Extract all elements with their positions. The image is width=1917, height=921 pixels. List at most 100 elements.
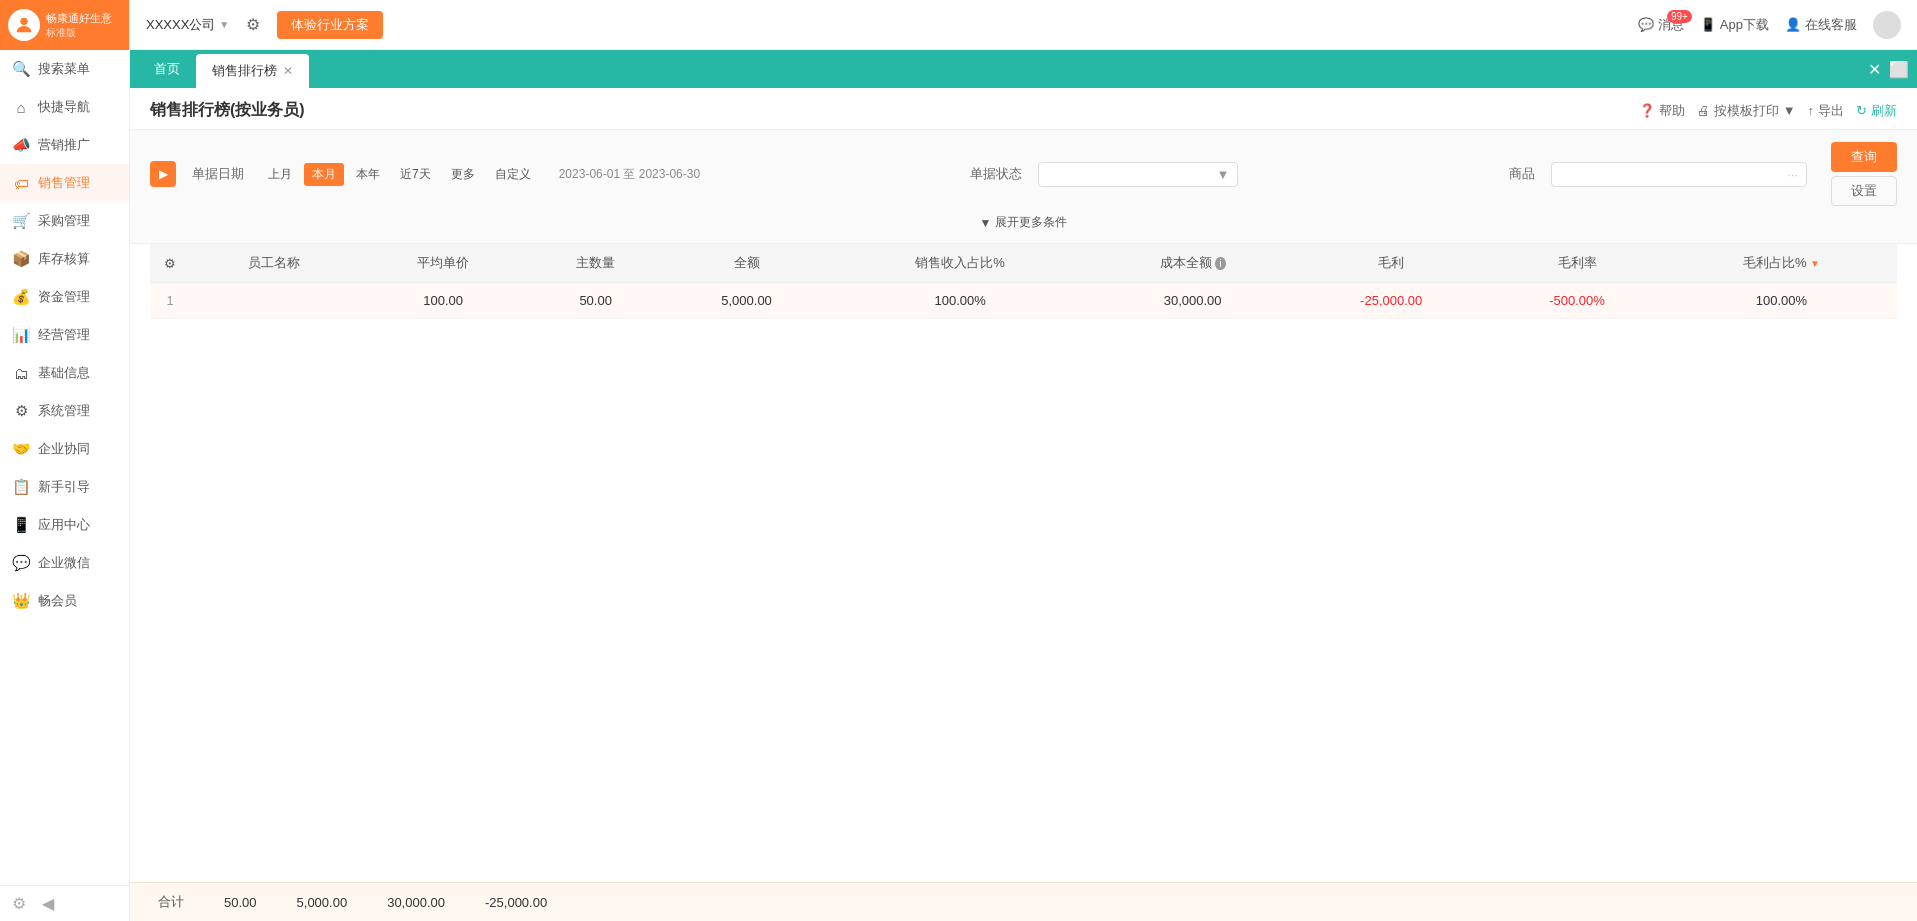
row-profit-pct: 100.00% (1666, 283, 1897, 319)
query-button[interactable]: 查询 (1831, 142, 1897, 172)
tag-icon: 🏷 (12, 175, 30, 192)
app-download-button[interactable]: 📱 App下载 (1700, 16, 1769, 34)
tab-sales-ranking[interactable]: 销售排行榜 ✕ (196, 54, 309, 88)
date-tab-this-month[interactable]: 本月 (304, 163, 344, 186)
row-profit: -25,000.00 (1294, 283, 1488, 319)
col-profit-pct: 毛利占比% ▼ (1666, 244, 1897, 283)
sidebar-item-app-center[interactable]: 📱 应用中心 (0, 506, 129, 544)
company-selector[interactable]: XXXXX公司 ▼ (146, 16, 229, 34)
profit-pct-sort-icon[interactable]: ▼ (1810, 258, 1820, 269)
folder-icon: 🗂 (12, 365, 30, 382)
print-arrow-icon: ▼ (1783, 103, 1796, 118)
help-button[interactable]: ❓ 帮助 (1639, 102, 1685, 120)
settings-button[interactable]: ⚙ (239, 11, 267, 39)
sidebar-item-label: 采购管理 (38, 212, 90, 230)
filter-expand-button[interactable]: ▶ (150, 161, 176, 187)
export-icon: ↑ (1808, 103, 1815, 118)
footer-total-label: 合计 (158, 893, 184, 911)
message-badge: 99+ (1667, 10, 1692, 23)
tab-sales-ranking-label: 销售排行榜 (212, 62, 277, 80)
cart-icon: 🛒 (12, 212, 30, 230)
sidebar-item-quick-nav[interactable]: ⌂ 快捷导航 (0, 88, 129, 126)
row-main-qty: 50.00 (527, 283, 663, 319)
sidebar-nav: 🔍 搜索菜单 ⌂ 快捷导航 📣 营销推广 🏷 销售管理 🛒 采购管理 📦 库存核… (0, 50, 129, 885)
sidebar-item-finance[interactable]: 💰 资金管理 (0, 278, 129, 316)
sidebar-item-label: 基础信息 (38, 364, 90, 382)
sidebar-item-search[interactable]: 🔍 搜索菜单 (0, 50, 129, 88)
tabbar: 首页 销售排行榜 ✕ ✕ ⬜ (130, 50, 1917, 88)
app-name: 畅康通好生意 (46, 11, 112, 25)
goods-filter-input[interactable]: ··· (1551, 162, 1807, 187)
footer-main-qty: 50.00 (224, 895, 257, 910)
home-icon: ⌂ (12, 99, 30, 116)
sidebar-item-system[interactable]: ⚙ 系统管理 (0, 392, 129, 430)
table-body: 1 100.00 50.00 5,000.00 100.00% 30,000.0… (150, 283, 1897, 319)
date-range-display: 2023-06-01 至 2023-06-30 (559, 166, 700, 183)
expand-more-button[interactable]: ▼ 展开更多条件 (150, 214, 1897, 231)
tab-close-window-button[interactable]: ✕ (1868, 60, 1881, 79)
sidebar-item-label: 营销推广 (38, 136, 90, 154)
svg-point-0 (20, 18, 27, 25)
topbar: XXXXX公司 ▼ ⚙ 体验行业方案 💬 消息 99+ 📱 App下载 👤 在线… (130, 0, 1917, 50)
sidebar-item-member[interactable]: 👑 畅会员 (0, 582, 129, 620)
user-avatar[interactable] (1873, 11, 1901, 39)
row-sales-pct: 100.00% (829, 283, 1091, 319)
status-filter-select[interactable]: ▼ (1038, 162, 1238, 187)
main-area: XXXXX公司 ▼ ⚙ 体验行业方案 💬 消息 99+ 📱 App下载 👤 在线… (130, 0, 1917, 921)
sidebar-item-sales[interactable]: 🏷 销售管理 (0, 164, 129, 202)
trial-button[interactable]: 体验行业方案 (277, 11, 383, 39)
sidebar-item-label: 新手引导 (38, 478, 90, 496)
date-tabs: 上月 本月 本年 近7天 更多 自定义 (260, 163, 539, 186)
settings-footer-icon[interactable]: ⚙ (12, 894, 26, 913)
date-tab-more[interactable]: 更多 (443, 163, 483, 186)
collapse-icon[interactable]: ◀ (42, 894, 54, 913)
date-tab-last-month[interactable]: 上月 (260, 163, 300, 186)
tab-home[interactable]: 首页 (138, 50, 196, 88)
refresh-button[interactable]: ↻ 刷新 (1856, 102, 1897, 120)
row-employee (190, 283, 359, 319)
online-service-button[interactable]: 👤 在线客服 (1785, 16, 1857, 34)
status-select-arrow-icon: ▼ (1217, 167, 1230, 182)
wechat-icon: 💬 (12, 554, 30, 572)
tab-maximize-button[interactable]: ⬜ (1889, 60, 1909, 79)
row-amount: 5,000.00 (664, 283, 829, 319)
date-tab-this-year[interactable]: 本年 (348, 163, 388, 186)
system-icon: ⚙ (12, 402, 30, 420)
sidebar-item-operations[interactable]: 📊 经营管理 (0, 316, 129, 354)
logo-icon (8, 9, 40, 41)
date-tab-custom[interactable]: 自定义 (487, 163, 539, 186)
money-icon: 💰 (12, 288, 30, 306)
sidebar-item-inventory[interactable]: 📦 库存核算 (0, 240, 129, 278)
sidebar-item-label: 畅会员 (38, 592, 77, 610)
col-profit: 毛利 (1294, 244, 1488, 283)
content-area: 销售排行榜(按业务员) ❓ 帮助 🖨 按模板打印 ▼ ↑ 导出 ↻ 刷新 (130, 88, 1917, 921)
table-footer: 合计 50.00 5,000.00 30,000.00 -25,000.00 (130, 882, 1917, 921)
sidebar-item-guide[interactable]: 📋 新手引导 (0, 468, 129, 506)
app-version: 标准版 (46, 26, 112, 39)
expand-down-icon: ▼ (980, 216, 992, 230)
col-sales-pct: 销售收入占比% (829, 244, 1091, 283)
message-button[interactable]: 💬 消息 99+ (1638, 16, 1684, 34)
sidebar-item-label: 企业协同 (38, 440, 90, 458)
sidebar-item-label: 系统管理 (38, 402, 90, 420)
col-settings-icon[interactable]: ⚙ (164, 256, 176, 271)
tab-close-icon[interactable]: ✕ (283, 64, 293, 78)
filter-settings-button[interactable]: 设置 (1831, 176, 1897, 206)
sidebar-item-purchase[interactable]: 🛒 采购管理 (0, 202, 129, 240)
sidebar-item-wechat[interactable]: 💬 企业微信 (0, 544, 129, 582)
cost-info-icon: i (1215, 257, 1225, 270)
sidebar-item-basic[interactable]: 🗂 基础信息 (0, 354, 129, 392)
export-button[interactable]: ↑ 导出 (1808, 102, 1845, 120)
sidebar-footer: ⚙ ◀ (0, 885, 129, 921)
sidebar-item-enterprise[interactable]: 🤝 企业协同 (0, 430, 129, 468)
row-rank-col: 1 (150, 283, 190, 319)
date-tab-7days[interactable]: 近7天 (392, 163, 439, 186)
online-service-label: 在线客服 (1805, 16, 1857, 34)
col-main-qty: 主数量 (527, 244, 663, 283)
tab-home-label: 首页 (154, 60, 180, 78)
goods-more-icon: ··· (1787, 167, 1798, 182)
print-button[interactable]: 🖨 按模板打印 ▼ (1697, 102, 1796, 120)
sidebar-item-marketing[interactable]: 📣 营销推广 (0, 126, 129, 164)
footer-amount: 5,000.00 (297, 895, 348, 910)
sidebar: 畅康通好生意 标准版 🔍 搜索菜单 ⌂ 快捷导航 📣 营销推广 🏷 销售管理 🛒… (0, 0, 130, 921)
